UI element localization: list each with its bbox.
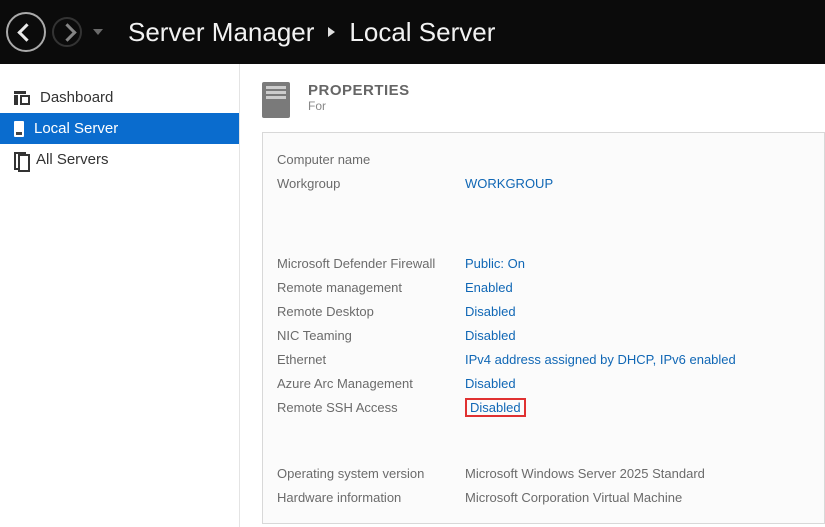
property-key: Ethernet <box>277 352 465 367</box>
forward-button <box>52 17 82 47</box>
property-row: Azure Arc Management Disabled <box>277 371 810 395</box>
section-subtitle: For <box>308 99 410 113</box>
property-key: Remote SSH Access <box>277 400 465 415</box>
property-row: Workgroup WORKGROUP <box>277 171 810 195</box>
property-value-hardware: Microsoft Corporation Virtual Machine <box>465 490 682 505</box>
dashboard-icon <box>14 91 30 105</box>
property-value-firewall[interactable]: Public: On <box>465 256 525 271</box>
property-row: NIC Teaming Disabled <box>277 323 810 347</box>
main-content: PROPERTIES For Computer name Workgroup W… <box>240 64 825 527</box>
breadcrumb: Server Manager Local Server <box>118 17 495 48</box>
history-dropdown-button[interactable] <box>88 22 108 42</box>
property-key: Remote management <box>277 280 465 295</box>
property-row: Remote Desktop Disabled <box>277 299 810 323</box>
section-title: PROPERTIES <box>308 82 410 99</box>
server-icon <box>262 82 290 118</box>
back-button[interactable] <box>6 12 46 52</box>
property-value-ethernet[interactable]: IPv4 address assigned by DHCP, IPv6 enab… <box>465 352 736 367</box>
sidebar-item-local-server[interactable]: Local Server <box>0 113 239 144</box>
property-value-remote-desktop[interactable]: Disabled <box>465 304 516 319</box>
nav-arrows <box>0 12 118 52</box>
property-row: Microsoft Defender Firewall Public: On <box>277 251 810 275</box>
property-row: Ethernet IPv4 address assigned by DHCP, … <box>277 347 810 371</box>
property-key: Computer name <box>277 152 465 167</box>
property-key: Microsoft Defender Firewall <box>277 256 465 271</box>
property-key: Azure Arc Management <box>277 376 465 391</box>
arrow-right-icon <box>58 23 76 41</box>
sidebar-item-all-servers[interactable]: All Servers <box>0 144 239 175</box>
property-value-azure-arc[interactable]: Disabled <box>465 376 516 391</box>
property-key: Hardware information <box>277 490 465 505</box>
app-title[interactable]: Server Manager <box>128 17 314 48</box>
sidebar-item-label: Dashboard <box>40 89 113 106</box>
property-row: Computer name <box>277 147 810 171</box>
property-key: Remote Desktop <box>277 304 465 319</box>
sidebar-item-label: Local Server <box>34 120 118 137</box>
property-key: Workgroup <box>277 176 465 191</box>
property-value-remote-ssh[interactable]: Disabled <box>465 398 526 417</box>
page-title[interactable]: Local Server <box>349 17 495 48</box>
property-value-os-version: Microsoft Windows Server 2025 Standard <box>465 466 705 481</box>
property-value-remote-management[interactable]: Enabled <box>465 280 513 295</box>
chevron-right-icon <box>328 27 335 37</box>
property-row: Remote management Enabled <box>277 275 810 299</box>
sidebar-item-label: All Servers <box>36 151 109 168</box>
property-value-workgroup[interactable]: WORKGROUP <box>465 176 553 191</box>
property-row: Hardware information Microsoft Corporati… <box>277 485 810 509</box>
property-row: Operating system version Microsoft Windo… <box>277 461 810 485</box>
property-key: Operating system version <box>277 466 465 481</box>
server-icon <box>14 121 24 137</box>
sidebar: Dashboard Local Server All Servers <box>0 64 240 527</box>
chevron-down-icon <box>93 29 103 35</box>
header-bar: Server Manager Local Server <box>0 0 825 64</box>
property-key: NIC Teaming <box>277 328 465 343</box>
properties-panel: Computer name Workgroup WORKGROUP Micros… <box>262 132 825 524</box>
all-servers-icon <box>14 152 26 168</box>
arrow-left-icon <box>17 23 35 41</box>
property-row: Remote SSH Access Disabled <box>277 395 810 419</box>
sidebar-item-dashboard[interactable]: Dashboard <box>0 82 239 113</box>
property-value-nic-teaming[interactable]: Disabled <box>465 328 516 343</box>
